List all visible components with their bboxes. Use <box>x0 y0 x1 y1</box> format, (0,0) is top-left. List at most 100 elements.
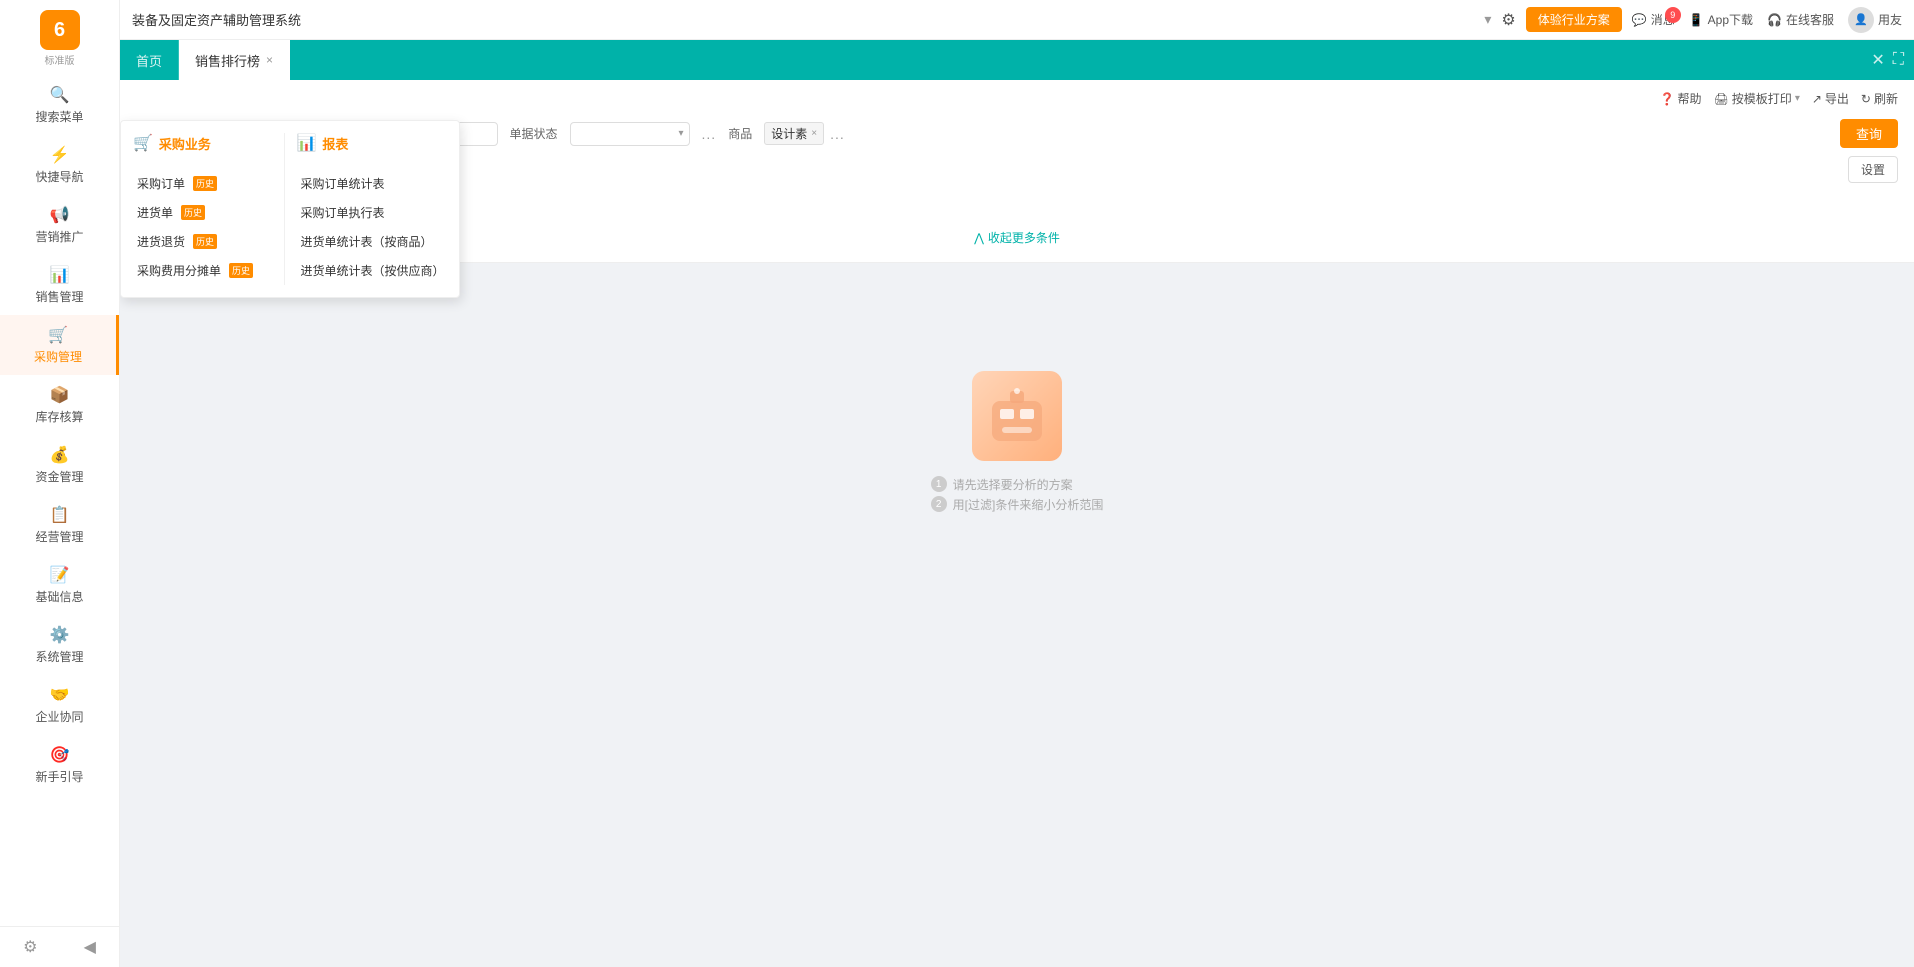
popup-report-item-0[interactable]: 采购订单统计表 <box>297 169 448 198</box>
voucher-status-dots[interactable]: ... <box>702 126 717 142</box>
popup-report-item-3[interactable]: 进货单统计表（按供应商） <box>297 256 448 285</box>
app-download-btn[interactable]: 📱 App下载 <box>1689 11 1753 28</box>
sidebar-item-label-basic: 基础信息 <box>35 588 83 605</box>
popup-report-item-label: 进货单统计表（按供应商） <box>301 262 444 279</box>
popup-item-label: 采购订单 <box>137 175 185 192</box>
sidebar-item-basic[interactable]: 📝基础信息 <box>0 555 119 615</box>
goods-tag: 设计素 × <box>764 122 824 145</box>
popup-report-title: 📊报表 <box>297 133 448 159</box>
inventory-icon: 📦 <box>50 385 70 405</box>
collapse-arrow-icon: ⋀ <box>974 231 984 245</box>
popup-purchase-item-0[interactable]: 采购订单历史 <box>133 169 284 198</box>
cooperation-icon: 🤝 <box>50 685 70 705</box>
industry-btn[interactable]: 体验行业方案 <box>1526 7 1622 32</box>
sidebar-item-label-sales: 销售管理 <box>35 288 83 305</box>
purchase-popup-menu: 🛒采购业务采购订单历史进货单历史进货退货历史采购费用分摊单历史📊报表采购订单统计… <box>120 120 460 298</box>
refresh-link[interactable]: ↻ 刷新 <box>1861 90 1898 107</box>
online-service-btn[interactable]: 🎧 在线客服 <box>1767 11 1834 28</box>
popup-report-item-2[interactable]: 进货单统计表（按商品） <box>297 227 448 256</box>
export-label: 导出 <box>1825 90 1849 107</box>
popup-item-badge-0: 历史 <box>193 176 217 191</box>
settings-icon[interactable]: ⚙ <box>23 937 37 957</box>
popup-purchase-item-1[interactable]: 进货单历史 <box>133 198 284 227</box>
tab-sales-rank-label: 销售排行榜 <box>195 51 260 70</box>
voucher-status-label: 单据状态 <box>510 125 558 142</box>
popup-report-item-label: 采购订单执行表 <box>301 204 385 221</box>
goods-tag-text: 设计素 <box>771 125 807 142</box>
popup-report-item-label: 进货单统计表（按商品） <box>301 233 433 250</box>
tab-bar: 首页 销售排行榜 × ✕ ⛶ <box>120 40 1914 80</box>
help-link[interactable]: ❓ 帮助 <box>1660 90 1702 107</box>
sidebar-item-purchase[interactable]: 🛒采购管理 <box>0 315 119 375</box>
marketing-icon: 📢 <box>50 205 70 225</box>
sidebar-item-system[interactable]: ⚙️系统管理 <box>0 615 119 675</box>
notification-btn[interactable]: 💬 消息 9 <box>1632 11 1675 28</box>
user-menu[interactable]: 👤 用友 <box>1848 7 1902 33</box>
sidebar-item-quick-nav[interactable]: ⚡ 快捷导航 <box>0 135 119 195</box>
report-title-icon: 📊 <box>297 133 317 153</box>
goods-tag-close[interactable]: × <box>811 128 817 139</box>
search-icon: 🔍 <box>50 85 70 105</box>
main-area: 装备及固定资产辅助管理系统 ▾ ⚙ 体验行业方案 💬 消息 9 📱 App下载 … <box>120 0 1914 967</box>
popup-purchase-item-2[interactable]: 进货退货历史 <box>133 227 284 256</box>
refresh-label: 刷新 <box>1874 90 1898 107</box>
logo-area: 6 标准版 <box>0 0 119 75</box>
popup-report-item-1[interactable]: 采购订单执行表 <box>297 198 448 227</box>
settings-gear-icon[interactable]: ⚙ <box>1501 10 1515 30</box>
popup-purchase-item-3[interactable]: 采购费用分摊单历史 <box>133 256 284 285</box>
set-button[interactable]: 设置 <box>1848 156 1898 183</box>
logo-label: 标准版 <box>45 52 75 67</box>
sidebar-bottom: ⚙ ◀ <box>0 926 119 967</box>
tab-maximize-icon[interactable]: ⛶ <box>1893 51 1904 69</box>
sidebar-item-label-quick-nav: 快捷导航 <box>35 168 83 185</box>
sidebar-item-label-inventory: 库存核算 <box>35 408 83 425</box>
avatar: 👤 <box>1848 7 1874 33</box>
robot-svg <box>982 381 1052 451</box>
top-header: 装备及固定资产辅助管理系统 ▾ ⚙ 体验行业方案 💬 消息 9 📱 App下载 … <box>120 0 1914 40</box>
sidebar-item-label-newbie: 新手引导 <box>35 768 83 785</box>
system-icon: ⚙️ <box>50 625 70 645</box>
logo-icon: 6 <box>40 10 80 50</box>
username-label: 用友 <box>1878 11 1902 28</box>
quick-nav-icon: ⚡ <box>50 145 70 165</box>
refresh-icon: ↻ <box>1861 92 1871 106</box>
popup-purchase-col: 🛒采购业务采购订单历史进货单历史进货退货历史采购费用分摊单历史 <box>133 133 284 285</box>
sidebar-item-label-cooperation: 企业协同 <box>35 708 83 725</box>
sales-icon: 📊 <box>50 265 70 285</box>
sidebar-item-marketing[interactable]: 📢营销推广 <box>0 195 119 255</box>
export-icon: ↗ <box>1812 92 1822 106</box>
voucher-status-select[interactable] <box>570 122 690 146</box>
tab-home[interactable]: 首页 <box>120 40 179 80</box>
sidebar-item-newbie[interactable]: 🎯新手引导 <box>0 735 119 795</box>
tab-close-icon[interactable]: × <box>266 53 273 67</box>
sidebar-item-finance[interactable]: 💰资金管理 <box>0 435 119 495</box>
sidebar-item-inventory[interactable]: 📦 库存核算 <box>0 375 119 435</box>
query-button[interactable]: 查询 <box>1840 119 1898 148</box>
export-link[interactable]: ↗ 导出 <box>1812 90 1849 107</box>
tab-close-window-icon[interactable]: ✕ <box>1871 50 1884 70</box>
notification-badge: 9 <box>1665 7 1681 23</box>
print-link[interactable]: 🖨 按模板打印 ▾ <box>1714 90 1800 107</box>
purchase-title-icon: 🛒 <box>133 133 153 153</box>
hint-text-1: 请先选择要分析的方案 <box>953 476 1073 493</box>
empty-hints: 1 请先选择要分析的方案 2 用[过滤]条件来缩小分析范围 <box>931 473 1104 516</box>
sidebar-item-label-operations: 经营管理 <box>35 528 83 545</box>
collapse-icon[interactable]: ◀ <box>84 937 96 957</box>
sidebar-item-search[interactable]: 🔍 搜索菜单 <box>0 75 119 135</box>
collapse-label: 收起更多条件 <box>988 229 1060 246</box>
dropdown-arrow-icon[interactable]: ▾ <box>1484 11 1491 28</box>
sidebar-item-operations[interactable]: 📋经营管理 <box>0 495 119 555</box>
popup-item-label: 进货单 <box>137 204 173 221</box>
popup-purchase-title: 🛒采购业务 <box>133 133 284 159</box>
sidebar-item-cooperation[interactable]: 🤝 企业协同 <box>0 675 119 735</box>
print-dropdown-icon[interactable]: ▾ <box>1795 93 1800 104</box>
print-label: 按模板打印 <box>1732 90 1792 107</box>
sidebar-item-label-search: 搜索菜单 <box>35 108 83 125</box>
sidebar-item-sales[interactable]: 📊 销售管理 <box>0 255 119 315</box>
sidebar-item-label-finance: 资金管理 <box>35 468 83 485</box>
app-download-label: App下载 <box>1708 11 1753 28</box>
popup-report-item-label: 采购订单统计表 <box>301 175 385 192</box>
voucher-status-select-wrap <box>570 122 690 146</box>
tab-sales-rank[interactable]: 销售排行榜 × <box>179 40 290 80</box>
goods-dots[interactable]: ... <box>830 126 845 142</box>
